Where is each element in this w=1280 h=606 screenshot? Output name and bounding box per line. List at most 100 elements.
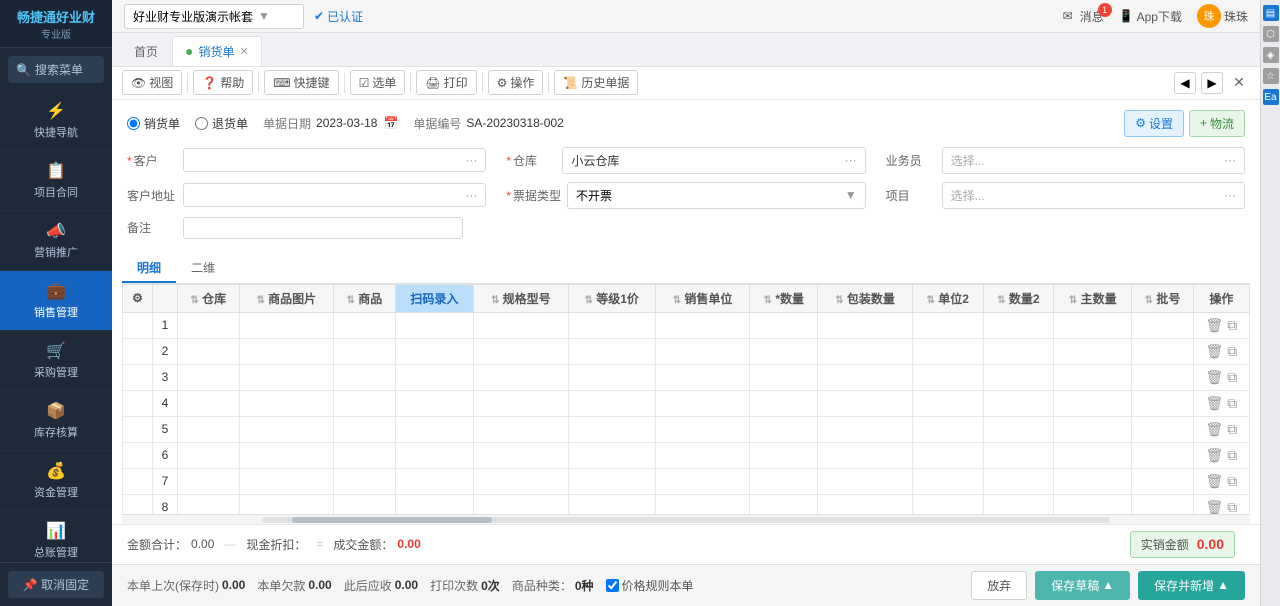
tab-home[interactable]: 首页 (122, 37, 170, 66)
th-spec[interactable]: ⇅ 规格型号 (474, 284, 569, 312)
cell-unit2[interactable] (912, 468, 983, 494)
cell-product-img[interactable] (239, 494, 334, 514)
cell-main-qty[interactable] (1054, 468, 1132, 494)
cell-product[interactable] (334, 468, 396, 494)
cell-main-qty[interactable] (1054, 416, 1132, 442)
cell-qty2[interactable] (983, 494, 1054, 514)
cell-spec[interactable] (474, 338, 569, 364)
cell-batch[interactable] (1132, 442, 1194, 468)
date-value[interactable]: 2023-03-18 📅 (316, 116, 398, 130)
cell-batch[interactable] (1132, 338, 1194, 364)
cell-barcode[interactable] (395, 494, 473, 514)
cell-product[interactable] (334, 312, 396, 338)
cell-warehouse[interactable] (178, 494, 240, 514)
cell-sale-unit[interactable] (655, 338, 750, 364)
cell-spec[interactable] (474, 468, 569, 494)
cell-barcode[interactable] (395, 468, 473, 494)
cell-price1[interactable] (568, 390, 655, 416)
copy-icon[interactable]: ⧉ (1227, 421, 1237, 438)
cell-price1[interactable] (568, 338, 655, 364)
cell-price1[interactable] (568, 364, 655, 390)
rp-icon-4[interactable]: ☆ (1263, 68, 1279, 84)
cell-pack-qty[interactable] (818, 442, 913, 468)
salesperson-dots[interactable]: ··· (1224, 153, 1236, 167)
copy-icon[interactable]: ⧉ (1227, 447, 1237, 464)
invoice-select[interactable]: 不开票 ▼ (567, 182, 866, 209)
cell-sale-unit[interactable] (655, 416, 750, 442)
cell-spec[interactable] (474, 390, 569, 416)
cell-price1[interactable] (568, 416, 655, 442)
cell-spec[interactable] (474, 442, 569, 468)
cell-qty2[interactable] (983, 390, 1054, 416)
cell-price1[interactable] (568, 442, 655, 468)
salesperson-input[interactable]: 选择... ··· (942, 147, 1245, 174)
add-logistics-button[interactable]: + 物流 (1189, 110, 1245, 137)
cell-qty2[interactable] (983, 364, 1054, 390)
delete-icon[interactable]: 🗑 (1206, 343, 1224, 360)
cell-main-qty[interactable] (1054, 442, 1132, 468)
th-unit2[interactable]: ⇅ 单位2 (912, 284, 983, 312)
copy-icon[interactable]: ⧉ (1227, 369, 1237, 386)
cell-unit2[interactable] (912, 390, 983, 416)
cell-spec[interactable] (474, 494, 569, 514)
cell-sale-unit[interactable] (655, 390, 750, 416)
cell-qty2[interactable] (983, 442, 1054, 468)
horizontal-scrollbar[interactable] (122, 514, 1250, 524)
delete-icon[interactable]: 🗑 (1206, 447, 1224, 464)
cell-product[interactable] (334, 364, 396, 390)
cell-barcode[interactable] (395, 364, 473, 390)
history-button[interactable]: 📜 历史单据 (554, 70, 638, 95)
table-wrapper[interactable]: ⚙ ⇅ 仓库 ⇅ 商品图片 ⇅ 商品 扫码录入 ⇅ 规格型号 ⇅ 等级1价 ⇅ … (122, 284, 1250, 514)
cell-sale-unit[interactable] (655, 494, 750, 514)
cancel-fixed-button[interactable]: 📌 取消固定 (8, 571, 104, 598)
save-new-button[interactable]: 保存并新增 ▲ (1138, 571, 1245, 600)
remarks-input[interactable] (183, 217, 463, 239)
prev-button[interactable]: ◀ (1174, 72, 1196, 94)
cell-spec[interactable] (474, 312, 569, 338)
cell-quantity[interactable] (750, 416, 818, 442)
tab-close-icon[interactable]: ✕ (240, 45, 249, 58)
cell-quantity[interactable] (750, 442, 818, 468)
cell-unit2[interactable] (912, 312, 983, 338)
cell-unit2[interactable] (912, 364, 983, 390)
scrollbar-thumb[interactable] (292, 517, 492, 523)
cell-price1[interactable] (568, 312, 655, 338)
cell-batch[interactable] (1132, 416, 1194, 442)
sidebar-item-sales[interactable]: 💼 销售管理 (0, 271, 112, 331)
tab-sales-order[interactable]: ● 销货单 ✕ (172, 36, 262, 66)
copy-icon[interactable]: ⧉ (1227, 395, 1237, 412)
abandon-button[interactable]: 放弃 (971, 571, 1027, 600)
sidebar-item-quick-nav[interactable]: ⚡ 快捷导航 (0, 91, 112, 151)
copy-icon[interactable]: ⧉ (1227, 343, 1237, 360)
cell-warehouse[interactable] (178, 364, 240, 390)
cell-quantity[interactable] (750, 390, 818, 416)
cell-product[interactable] (334, 494, 396, 514)
cell-warehouse[interactable] (178, 338, 240, 364)
app-download-action[interactable]: 📱 App下载 (1119, 8, 1182, 25)
message-action[interactable]: ✉ 1 消息 (1063, 8, 1104, 25)
cell-batch[interactable] (1132, 312, 1194, 338)
cell-quantity[interactable] (750, 338, 818, 364)
cell-warehouse[interactable] (178, 390, 240, 416)
address-input[interactable]: ··· (183, 183, 486, 207)
operation-button[interactable]: ⚙ 操作 (488, 70, 544, 95)
cell-product-img[interactable] (239, 442, 334, 468)
radio-return-order[interactable]: 退货单 (195, 115, 248, 132)
cell-price1[interactable] (568, 494, 655, 514)
project-dots[interactable]: ··· (1224, 188, 1236, 202)
cell-unit2[interactable] (912, 416, 983, 442)
cell-product-img[interactable] (239, 416, 334, 442)
cell-batch[interactable] (1132, 364, 1194, 390)
cell-batch[interactable] (1132, 390, 1194, 416)
delete-icon[interactable]: 🗑 (1206, 395, 1224, 412)
cell-pack-qty[interactable] (818, 468, 913, 494)
th-batch[interactable]: ⇅ 批号 (1132, 284, 1194, 312)
rp-icon-2[interactable]: ⬡ (1263, 26, 1279, 42)
th-warehouse[interactable]: ⇅ 仓库 (178, 284, 240, 312)
copy-icon[interactable]: ⧉ (1227, 473, 1237, 490)
sidebar-item-project[interactable]: 📋 项目合同 (0, 151, 112, 211)
search-menu-button[interactable]: 🔍 搜索菜单 (8, 56, 104, 83)
cell-spec[interactable] (474, 364, 569, 390)
cell-barcode[interactable] (395, 442, 473, 468)
copy-icon[interactable]: ⧉ (1227, 499, 1237, 514)
